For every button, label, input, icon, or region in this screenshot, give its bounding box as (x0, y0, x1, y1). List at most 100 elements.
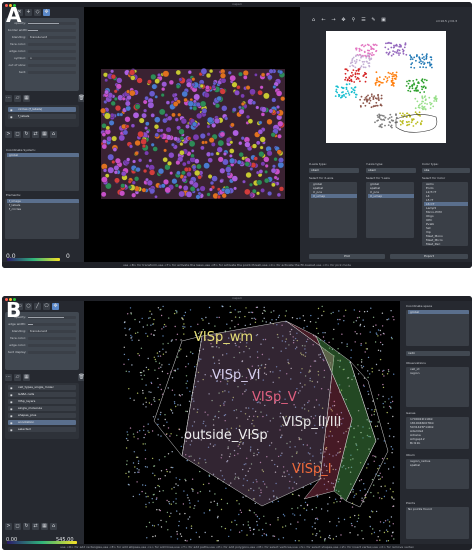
zoom-icon[interactable]: ⚲ (350, 17, 357, 24)
forward-icon[interactable]: → (330, 17, 337, 24)
region-visp-vi[interactable] (181, 320, 335, 507)
new-shapes-icon[interactable]: ▱ (14, 374, 21, 381)
export-button[interactable]: Export (390, 254, 468, 259)
list-option[interactable]: global (408, 310, 469, 314)
list-option[interactable]: X_umap (368, 194, 414, 198)
roll-icon[interactable]: ↻ (23, 131, 30, 138)
visibility-icon[interactable]: ◉ (10, 407, 13, 412)
layer-item[interactable]: ◉ shapes_plus (8, 413, 76, 418)
pan-zoom-icon[interactable]: ✥ (43, 9, 50, 16)
home-icon[interactable]: ⌂ (310, 17, 317, 24)
layer-item[interactable]: ◉ cell_types_single_molec (8, 385, 76, 390)
pan-zoom-icon[interactable]: ✥ (52, 303, 59, 310)
control-widget[interactable] (28, 322, 76, 326)
console-icon[interactable]: > (5, 523, 12, 530)
visibility-icon[interactable]: ◉ (10, 414, 13, 419)
ndisplay-icon[interactable]: ◻ (14, 131, 21, 138)
add-polygon-icon[interactable]: ⬠ (43, 303, 50, 310)
control-widget[interactable] (28, 343, 76, 347)
roll-icon[interactable]: ↻ (23, 523, 30, 530)
list-option[interactable]: Mast_Peri (424, 242, 468, 246)
visibility-icon[interactable]: ◉ (10, 400, 13, 405)
layer-item[interactable]: ◉ circles (f_labels) (8, 107, 76, 112)
x-axis-type-select[interactable]: obsm (309, 168, 359, 173)
list-option[interactable]: f_circles (7, 207, 79, 211)
molecule-point (390, 336, 393, 339)
control-widget[interactable] (28, 70, 76, 74)
points-list[interactable]: No points found (406, 507, 469, 539)
scatter-point (423, 91, 426, 93)
viewer-buttons: > ◻ ↻ ⇄ ▦ ⌂ (5, 523, 57, 530)
visibility-icon[interactable]: ◉ (10, 108, 13, 113)
list-option[interactable]: global (7, 153, 79, 157)
color-type-select[interactable]: obs (422, 168, 470, 173)
visibility-icon[interactable]: ◉ (10, 115, 13, 120)
obsm-list[interactable]: region_radius spatial (406, 459, 469, 489)
plot-button[interactable]: Plot (309, 254, 385, 259)
control-widget[interactable] (28, 21, 76, 25)
list-option[interactable]: X_umap (311, 194, 357, 198)
back-icon[interactable]: ← (320, 17, 327, 24)
configure-icon[interactable]: ☰ (360, 17, 367, 24)
home-icon[interactable]: ⌂ (50, 523, 57, 530)
control-widget[interactable] (28, 336, 76, 340)
genes-list[interactable]: 1700022I11Rik 1810046K07Rik 5031425F14Rik A… (406, 417, 469, 449)
visibility-icon[interactable]: ◉ (10, 421, 13, 426)
pan-icon[interactable]: ✥ (340, 17, 347, 24)
add-ellipse-icon[interactable]: ○ (25, 303, 32, 310)
transpose-icon[interactable]: ⇄ (32, 523, 39, 530)
grid-icon[interactable]: ▦ (41, 131, 48, 138)
control-widget[interactable] (28, 315, 76, 319)
control-widget[interactable] (28, 350, 76, 354)
visibility-icon[interactable]: ◉ (10, 428, 13, 433)
control-widget[interactable] (28, 28, 76, 32)
control-widget[interactable] (28, 49, 76, 53)
layer-dropdown[interactable]: radii (406, 351, 470, 356)
transpose-icon[interactable]: ⇄ (32, 131, 39, 138)
new-points-icon[interactable]: ⋯ (5, 374, 12, 381)
viewer-canvas[interactable] (84, 7, 300, 262)
molecule-point (154, 474, 156, 477)
layer-item[interactable]: ◉ selected (8, 427, 76, 432)
molecule-point (389, 428, 391, 430)
select-points-icon[interactable]: ◇ (34, 9, 41, 16)
control-widget[interactable]: translucent (28, 35, 76, 39)
new-points-icon[interactable]: ⋯ (5, 95, 12, 102)
control-widget[interactable]: translucent (28, 329, 76, 333)
control-widget[interactable]: o (28, 56, 76, 60)
console-icon[interactable]: > (5, 131, 12, 138)
y-axis-type-select[interactable]: obsm (366, 168, 416, 173)
visibility-icon[interactable]: ◉ (10, 393, 13, 398)
x-axis-list[interactable]: global spatial X_pca X_umap (309, 182, 357, 238)
molecule-point (246, 534, 248, 536)
viewer-canvas[interactable]: VISp_wm VISp_VI VISp_V VISp_II/III outsi… (84, 301, 400, 544)
visibility-icon[interactable]: ◉ (10, 386, 13, 391)
save-icon[interactable]: ▣ (380, 17, 387, 24)
add-points-icon[interactable]: + (25, 9, 32, 16)
new-labels-icon[interactable]: ▦ (23, 374, 30, 381)
ndisplay-icon[interactable]: ◻ (14, 523, 21, 530)
layer-item[interactable]: ◉ VISp_layers (8, 399, 76, 404)
add-line-icon[interactable]: ╱ (34, 303, 41, 310)
color-list[interactable]: Astro Endo L2/3 IT L4 L5 IT L6 CT Lamp5 Micro-P… (422, 182, 468, 246)
list-option[interactable]: Bcl11b (408, 441, 469, 445)
coordinate-space-list[interactable]: global (406, 310, 469, 346)
home-icon[interactable]: ⌂ (50, 131, 57, 138)
layer-item[interactable]: ◉ f_labels (8, 114, 76, 119)
layer-item[interactable]: ◉ GABA cells (8, 392, 76, 397)
observations-list[interactable]: cell_id region (406, 367, 469, 407)
layer-item[interactable]: ◉ single_molecule (8, 406, 76, 411)
new-shapes-icon[interactable]: ▱ (14, 95, 21, 102)
new-labels-icon[interactable]: ▦ (23, 95, 30, 102)
layer-item[interactable]: ◉ annotation (8, 420, 76, 425)
scatter-plot[interactable] (326, 31, 446, 143)
control-widget[interactable] (28, 63, 76, 67)
grid-icon[interactable]: ▦ (41, 523, 48, 530)
control-widget[interactable] (28, 42, 76, 46)
elements-list[interactable]: f_image f_labels f_circles (5, 199, 79, 239)
y-axis-list[interactable]: global spatial X_pca X_umap (366, 182, 414, 238)
edit-icon[interactable]: ✎ (370, 17, 377, 24)
coordinate-system-list[interactable]: global (5, 153, 79, 191)
list-option[interactable]: region (408, 371, 469, 375)
list-option[interactable]: spatial (408, 463, 469, 467)
